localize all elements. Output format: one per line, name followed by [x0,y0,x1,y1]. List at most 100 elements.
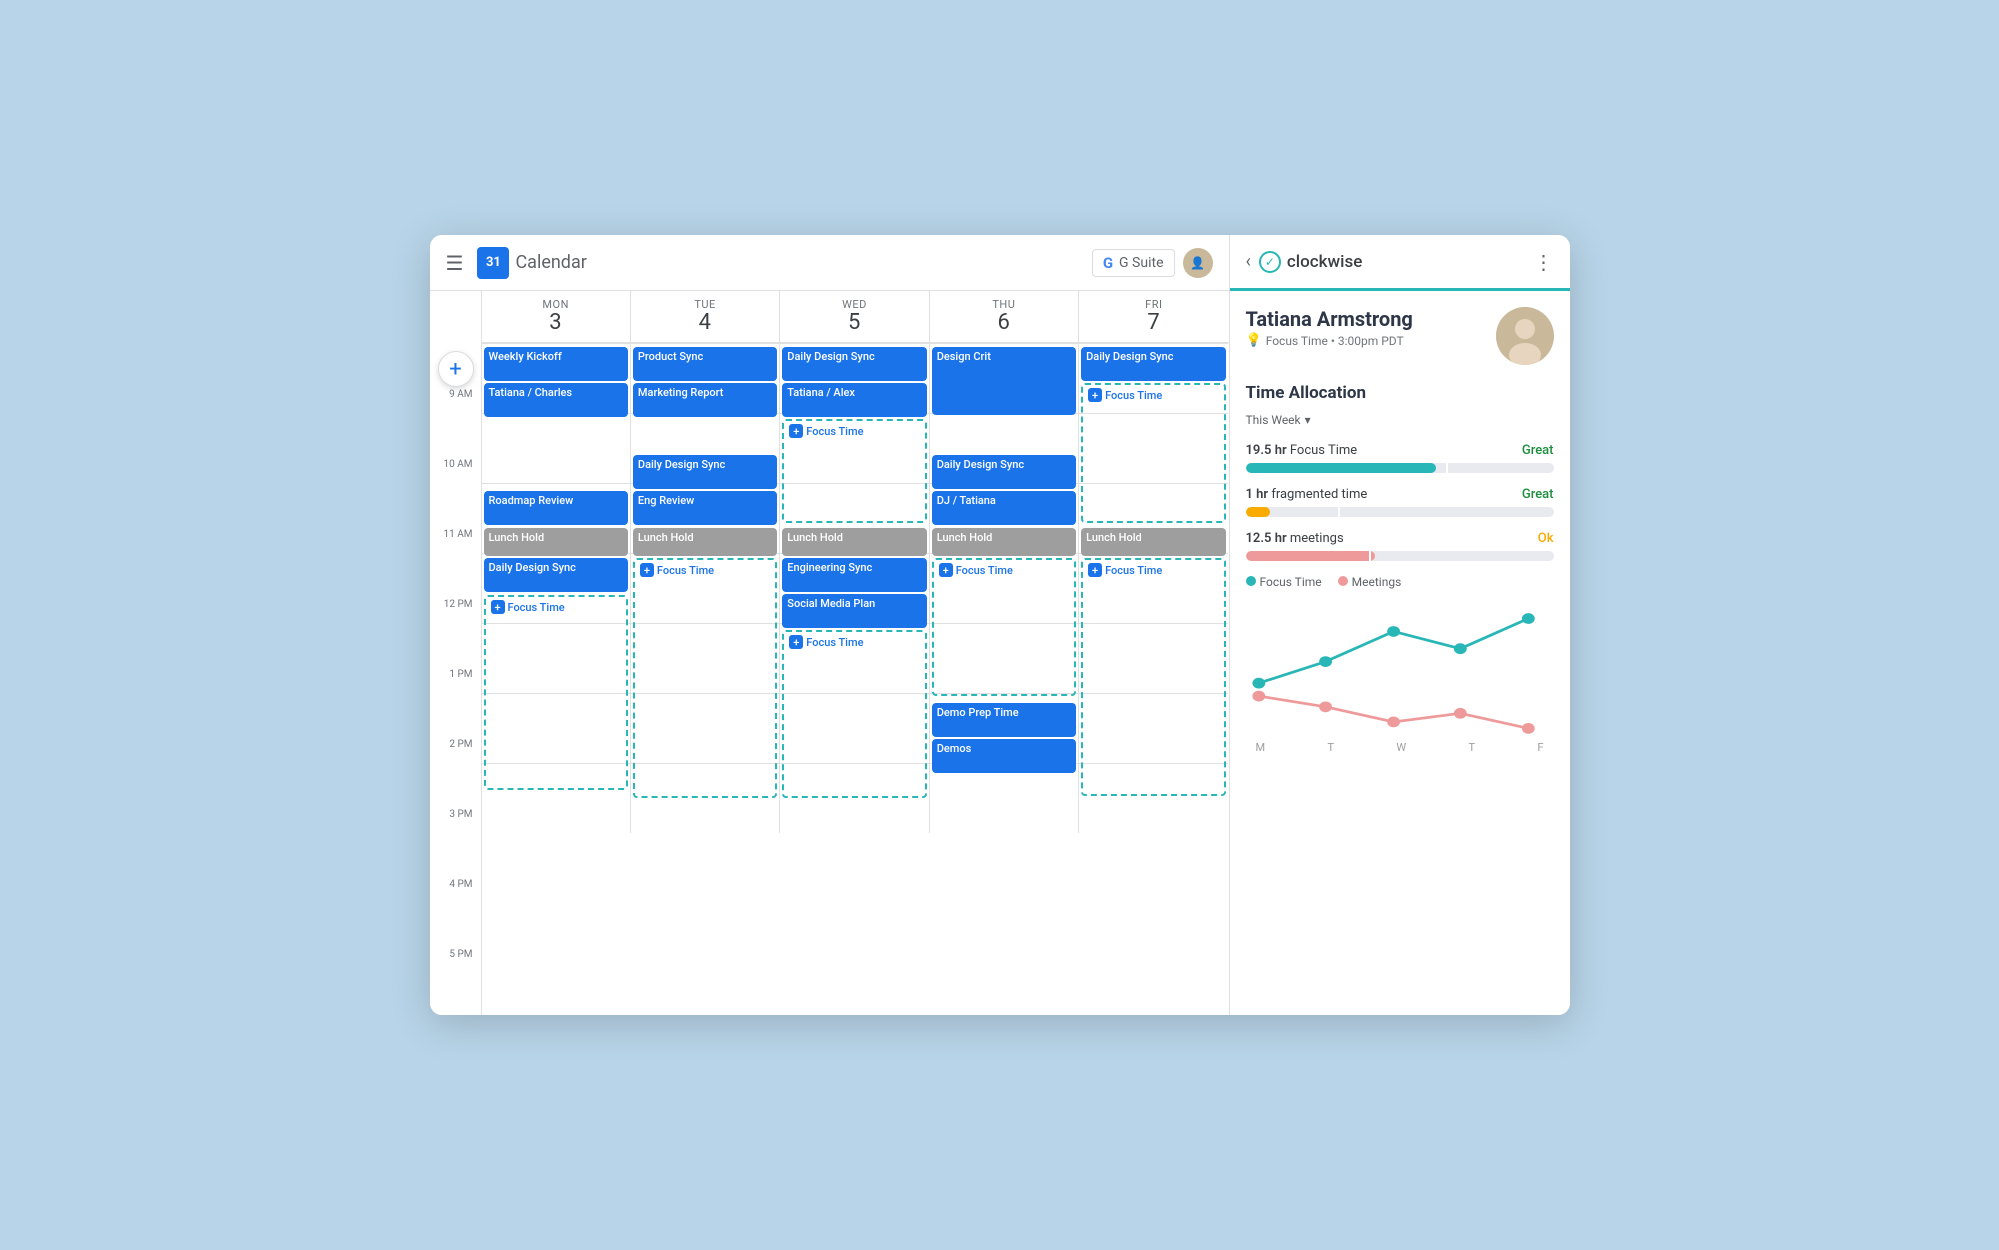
day-num-fri: 7 [1147,311,1160,335]
alloc-fragmented: 1 hr fragmented time Great [1246,487,1554,517]
gsuite-g: G [1103,254,1113,272]
time-10am: 10 AM [430,459,481,529]
event-engineering-sync[interactable]: Engineering Sync [782,558,926,592]
user-name: Tatiana Armstrong [1246,307,1484,331]
chart-label-w: W [1396,741,1406,754]
event-daily-design-tue[interactable]: Daily Design Sync [633,455,777,489]
calendar-header: ☰ 31 Calendar G G Suite 👤 [430,235,1229,291]
event-demo-prep[interactable]: Demo Prep Time [932,703,1076,737]
time-1pm: 1 PM [430,669,481,739]
week-selector[interactable]: This Week ▾ [1246,413,1554,427]
legend-focus-time: Focus Time [1246,575,1322,589]
event-design-crit[interactable]: Design Crit [932,347,1076,415]
alloc-focus-time: 19.5 hr Focus Time Great [1246,443,1554,473]
add-event-button[interactable]: + [438,351,474,387]
col-thu: Design Crit Daily Design Sync DJ / Tatia… [930,343,1079,833]
event-demos[interactable]: Demos [932,739,1076,773]
focus-plus-icon: + [491,600,505,614]
calendar-panel: ☰ 31 Calendar G G Suite 👤 [430,235,1230,1015]
progress-bar-focus [1246,463,1554,473]
event-roadmap-review[interactable]: Roadmap Review [484,491,628,525]
clockwise-check-icon: ✓ [1259,251,1281,273]
clockwise-body: Tatiana Armstrong 💡 Focus Time • 3:00pm … [1230,291,1570,1015]
event-social-media[interactable]: Social Media Plan [782,594,926,628]
event-daily-design-fri[interactable]: Daily Design Sync [1081,347,1226,381]
clockwise-header: ‹ ✓ clockwise ⋮ [1230,235,1570,291]
clockwise-logo-text: clockwise [1287,252,1362,272]
gsuite-badge[interactable]: G G Suite [1092,249,1175,277]
chart-legend: Focus Time Meetings [1246,575,1554,589]
calendar-logo-text: Calendar [515,252,586,273]
time-4pm: 4 PM [430,879,481,949]
calendar-header-right: G G Suite 👤 [1092,248,1213,278]
time-3pm: 3 PM [430,809,481,879]
menu-dots-icon[interactable]: ⋮ [1534,250,1554,274]
time-12pm: 12 PM [430,599,481,669]
event-lunch-tue[interactable]: Lunch Hold [633,528,777,556]
day-name-mon: MON [542,298,569,311]
day-num-wed: 5 [848,311,861,335]
event-focus-wed1[interactable]: + Focus Time [782,419,926,523]
event-daily-design-thu[interactable]: Daily Design Sync [932,455,1076,489]
col-tue: Product Sync Marketing Report Daily Desi… [631,343,780,833]
section-title-time-allocation: Time Allocation [1246,383,1554,403]
day-name-tue: TUE [694,298,715,311]
alloc-meetings: 12.5 hr meetings Ok [1246,531,1554,561]
user-status: 💡 Focus Time • 3:00pm PDT [1246,333,1484,348]
time-9am: 9 AM [430,389,481,459]
day-headers: MON 3 TUE 4 WED 5 THU 6 [482,291,1229,343]
event-tatiana-alex[interactable]: Tatiana / Alex [782,383,926,417]
event-dj-tatiana[interactable]: DJ / Tatiana [932,491,1076,525]
alloc-meetings-status: Ok [1538,531,1554,546]
alloc-focus-status: Great [1522,443,1554,458]
day-name-wed: WED [842,298,867,311]
hamburger-icon[interactable]: ☰ [446,251,464,275]
header-avatar: 👤 [1183,248,1213,278]
chart-svg [1246,597,1554,737]
event-focus-mon[interactable]: + Focus Time [484,595,628,790]
event-lunch-thu[interactable]: Lunch Hold [932,528,1076,556]
day-num-thu: 6 [997,311,1010,335]
event-tatiana-charles[interactable]: Tatiana / Charles [484,383,628,417]
day-fri: FRI 7 [1079,291,1228,342]
alloc-meetings-label: 12.5 hr meetings [1246,531,1344,546]
event-lunch-wed[interactable]: Lunch Hold [782,528,926,556]
event-weekly-kickoff[interactable]: Weekly Kickoff [484,347,628,381]
day-num-mon: 3 [549,311,562,335]
progress-fill-meetings [1246,551,1375,561]
event-daily-design-wed[interactable]: Daily Design Sync [782,347,926,381]
col-mon: Weekly Kickoff Tatiana / Charles Roadmap… [482,343,631,833]
event-focus-wed2[interactable]: + Focus Time [782,630,926,798]
alloc-focus-label: 19.5 hr Focus Time [1246,443,1358,458]
focus-plus-icon: + [640,563,654,577]
day-mon: MON 3 [482,291,631,342]
chart-label-m: M [1256,741,1266,754]
time-2pm: 2 PM [430,739,481,809]
back-button[interactable]: ‹ [1246,251,1251,272]
user-info-section: Tatiana Armstrong 💡 Focus Time • 3:00pm … [1246,307,1554,365]
event-product-sync[interactable]: Product Sync [633,347,777,381]
focus-plus-icon: + [1088,388,1102,402]
focus-plus-icon: + [1088,563,1102,577]
event-focus-thu[interactable]: + Focus Time [932,558,1076,696]
event-daily-design-mon[interactable]: Daily Design Sync [484,558,628,592]
legend-meetings: Meetings [1338,575,1402,589]
event-focus-tue[interactable]: + Focus Time [633,558,777,798]
days-grid: MON 3 TUE 4 WED 5 THU 6 [482,291,1229,1015]
clockwise-panel: ‹ ✓ clockwise ⋮ Tatiana Armstrong 💡 Focu… [1230,235,1570,1015]
time-gutter: + 9 AM 10 AM 11 AM 12 PM 1 PM 2 PM 3 PM … [430,291,482,1015]
event-lunch-fri[interactable]: Lunch Hold [1081,528,1226,556]
event-lunch-mon[interactable]: Lunch Hold [484,528,628,556]
chart-label-t1: T [1327,741,1334,754]
day-num-tue: 4 [699,311,712,335]
alloc-fragmented-status: Great [1522,487,1554,502]
event-eng-review[interactable]: Eng Review [633,491,777,525]
event-focus-fri1[interactable]: + Focus Time [1081,383,1226,523]
day-wed: WED 5 [780,291,929,342]
event-marketing-report[interactable]: Marketing Report [633,383,777,417]
col-wed: Daily Design Sync Tatiana / Alex + Focus… [780,343,929,833]
event-focus-fri2[interactable]: + Focus Time [1081,558,1226,796]
gsuite-label: G Suite [1119,255,1163,271]
time-allocation-section: Time Allocation This Week ▾ 19.5 hr Focu… [1246,383,1554,754]
time-5pm: 5 PM [430,949,481,1015]
